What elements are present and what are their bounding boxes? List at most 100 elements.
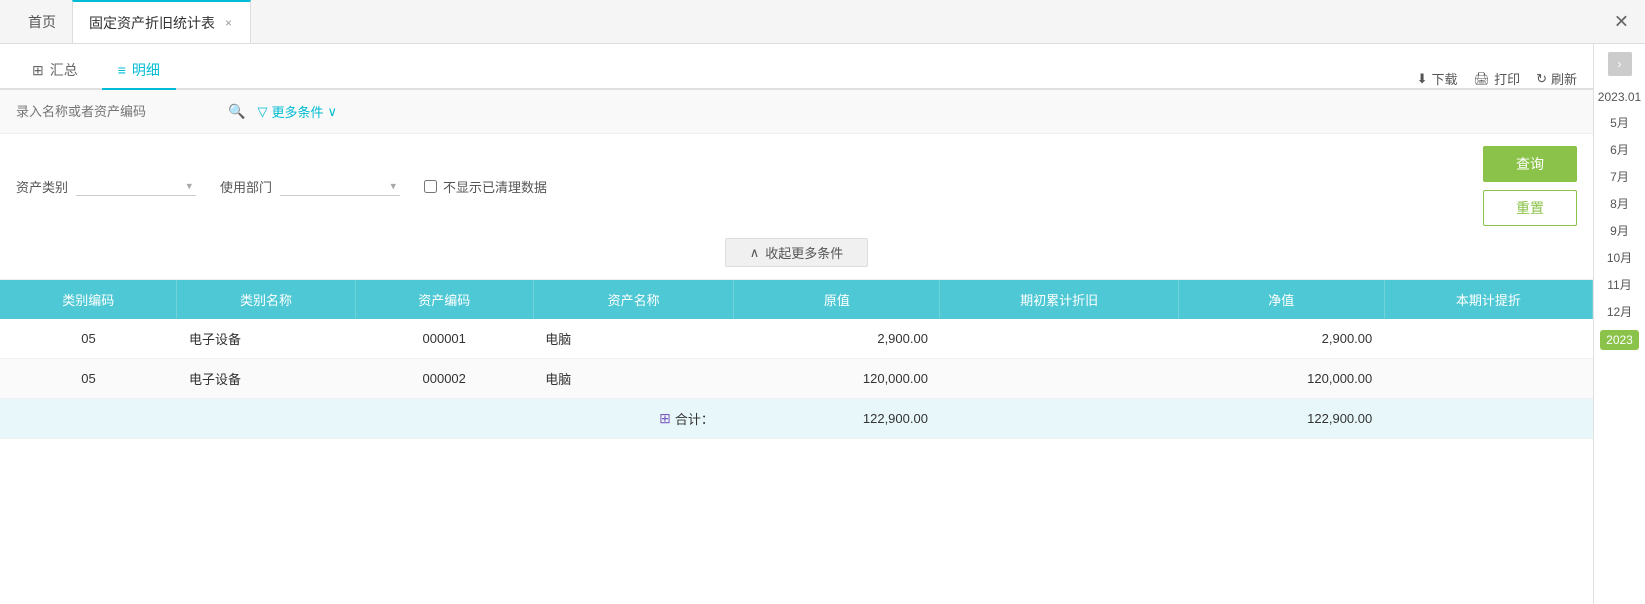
asset-category-label: 资产类别 (16, 177, 68, 196)
query-button[interactable]: 查询 (1483, 146, 1577, 182)
month-10[interactable]: 10月 (1598, 245, 1642, 270)
total-empty-1 (0, 399, 533, 439)
sum-icon: ⊞ (659, 410, 671, 427)
collapse-icon: ∧ (750, 245, 760, 261)
cell-asset-code: 000002 (355, 359, 533, 399)
window-close-button[interactable]: ✕ (1614, 11, 1629, 32)
filter-actions: 查询 重置 (1483, 146, 1577, 226)
cell-cat-code: 05 (0, 359, 177, 399)
month-6[interactable]: 6月 (1598, 137, 1642, 162)
total-cur-dep (1384, 399, 1592, 439)
tab-summary[interactable]: ⊞ 汇总 (16, 52, 94, 90)
refresh-label: 刷新 (1551, 69, 1577, 88)
cell-cur-dep (1384, 319, 1592, 359)
col-asset-name: 资产名称 (533, 280, 734, 319)
filter-row: 资产类别 使用部门 (16, 146, 1577, 226)
cell-cat-name: 电子设备 (177, 319, 355, 359)
col-category-name: 类别名称 (177, 280, 355, 319)
filter-icon: ▽ (257, 104, 267, 120)
filter-panel: 资产类别 使用部门 (0, 134, 1593, 280)
download-label: 下载 (1432, 69, 1458, 88)
collapse-label: 收起更多条件 (765, 243, 843, 262)
hide-cleared-checkbox[interactable] (424, 180, 437, 193)
month-8[interactable]: 8月 (1598, 191, 1642, 216)
tab-active-label: 固定资产折旧统计表 (89, 13, 215, 33)
reset-button[interactable]: 重置 (1483, 190, 1577, 226)
total-label-cell: ⊞ 合计： (533, 399, 734, 439)
cell-acc-dep (940, 359, 1178, 399)
month-9[interactable]: 9月 (1598, 218, 1642, 243)
tab-detail[interactable]: ≡ 明细 (102, 52, 176, 90)
tab-summary-label: 汇总 (50, 60, 78, 80)
top-tab-bar: 首页 固定资产折旧统计表 × ✕ (0, 0, 1645, 44)
download-button[interactable]: ⬇ 下载 (1417, 69, 1458, 88)
search-bar: 🔍 ▽ 更多条件 ∨ (0, 90, 1593, 134)
collapse-button[interactable]: ∧ 收起更多条件 (725, 238, 869, 267)
cell-original-value: 120,000.00 (734, 359, 940, 399)
asset-category-select-wrap (76, 176, 196, 196)
search-icon[interactable]: 🔍 (228, 103, 245, 120)
action-bar: ⬇ 下载 🖨 打印 ↻ 刷新 (1417, 69, 1577, 88)
use-department-select[interactable] (280, 176, 400, 196)
print-label: 打印 (1494, 69, 1520, 88)
use-department-select-wrap (280, 176, 400, 196)
table-header-row: 类别编码 类别名称 资产编码 资产名称 原值 期初累计折旧 净值 本期计提折 (0, 280, 1593, 319)
cell-asset-name: 电脑 (533, 319, 734, 359)
col-asset-code: 资产编码 (355, 280, 533, 319)
table-row: 05 电子设备 000002 电脑 120,000.00 120,000.00 (0, 359, 1593, 399)
month-12[interactable]: 12月 (1598, 299, 1642, 324)
cell-asset-code: 000001 (355, 319, 533, 359)
cell-original-value: 2,900.00 (734, 319, 940, 359)
total-original-value: 122,900.00 (734, 399, 940, 439)
tab-home[interactable]: 首页 (12, 0, 72, 43)
table-row: 05 电子设备 000001 电脑 2,900.00 2,900.00 (0, 319, 1593, 359)
cell-asset-name: 电脑 (533, 359, 734, 399)
refresh-icon: ↻ (1536, 71, 1547, 87)
col-net-value: 净值 (1178, 280, 1384, 319)
cell-cur-dep (1384, 359, 1592, 399)
data-table: 类别编码 类别名称 资产编码 资产名称 原值 期初累计折旧 净值 本期计提折 0… (0, 280, 1593, 439)
col-original-value: 原值 (734, 280, 940, 319)
month-7[interactable]: 7月 (1598, 164, 1642, 189)
month-11[interactable]: 11月 (1598, 272, 1642, 297)
tab-detail-label: 明细 (132, 60, 160, 80)
col-acc-depreciation: 期初累计折旧 (940, 280, 1178, 319)
cell-acc-dep (940, 319, 1178, 359)
sub-tab-bar: ⊞ 汇总 ≡ 明细 ⬇ 下载 🖨 打印 ↻ 刷新 (0, 44, 1593, 90)
cell-cat-name: 电子设备 (177, 359, 355, 399)
search-input[interactable] (16, 104, 216, 119)
print-icon: 🖨 (1474, 71, 1491, 87)
print-button[interactable]: 🖨 打印 (1474, 69, 1521, 88)
refresh-button[interactable]: ↻ 刷新 (1536, 69, 1577, 88)
filter-button[interactable]: ▽ 更多条件 ∨ (257, 102, 337, 121)
tab-close-icon[interactable]: × (223, 14, 234, 32)
asset-category-select[interactable] (76, 176, 196, 196)
use-department-label: 使用部门 (220, 177, 272, 196)
cell-net-value: 120,000.00 (1178, 359, 1384, 399)
summary-icon: ⊞ (32, 62, 44, 79)
filter-chevron-icon: ∨ (327, 104, 337, 120)
table-wrap: 类别编码 类别名称 资产编码 资产名称 原值 期初累计折旧 净值 本期计提折 0… (0, 280, 1593, 604)
hide-cleared-label: 不显示已清理数据 (443, 177, 547, 196)
total-acc-dep (940, 399, 1178, 439)
total-net-value: 122,900.00 (1178, 399, 1384, 439)
main-content: ⊞ 汇总 ≡ 明细 ⬇ 下载 🖨 打印 ↻ 刷新 (0, 44, 1645, 604)
year-badge[interactable]: 2023 (1600, 330, 1639, 350)
left-panel: ⊞ 汇总 ≡ 明细 ⬇ 下载 🖨 打印 ↻ 刷新 (0, 44, 1593, 604)
filter-label: 更多条件 (271, 102, 323, 121)
sidebar-expand-button[interactable]: › (1608, 52, 1632, 76)
month-5[interactable]: 5月 (1598, 110, 1642, 135)
detail-icon: ≡ (118, 62, 126, 78)
hide-cleared-field: 不显示已清理数据 (424, 177, 547, 196)
tab-active[interactable]: 固定资产折旧统计表 × (72, 0, 251, 43)
right-sidebar: › 2023.01 5月 6月 7月 8月 9月 10月 11月 12月 202… (1593, 44, 1645, 604)
col-category-code: 类别编码 (0, 280, 177, 319)
total-row: ⊞ 合计： 122,900.00 122,900.00 (0, 399, 1593, 439)
use-department-field: 使用部门 (220, 176, 400, 196)
cell-net-value: 2,900.00 (1178, 319, 1384, 359)
download-icon: ⬇ (1417, 71, 1428, 87)
date-display: 2023.01 (1596, 86, 1643, 108)
col-current-depreciation: 本期计提折 (1384, 280, 1592, 319)
cell-cat-code: 05 (0, 319, 177, 359)
total-label-text: 合计： (675, 409, 714, 428)
